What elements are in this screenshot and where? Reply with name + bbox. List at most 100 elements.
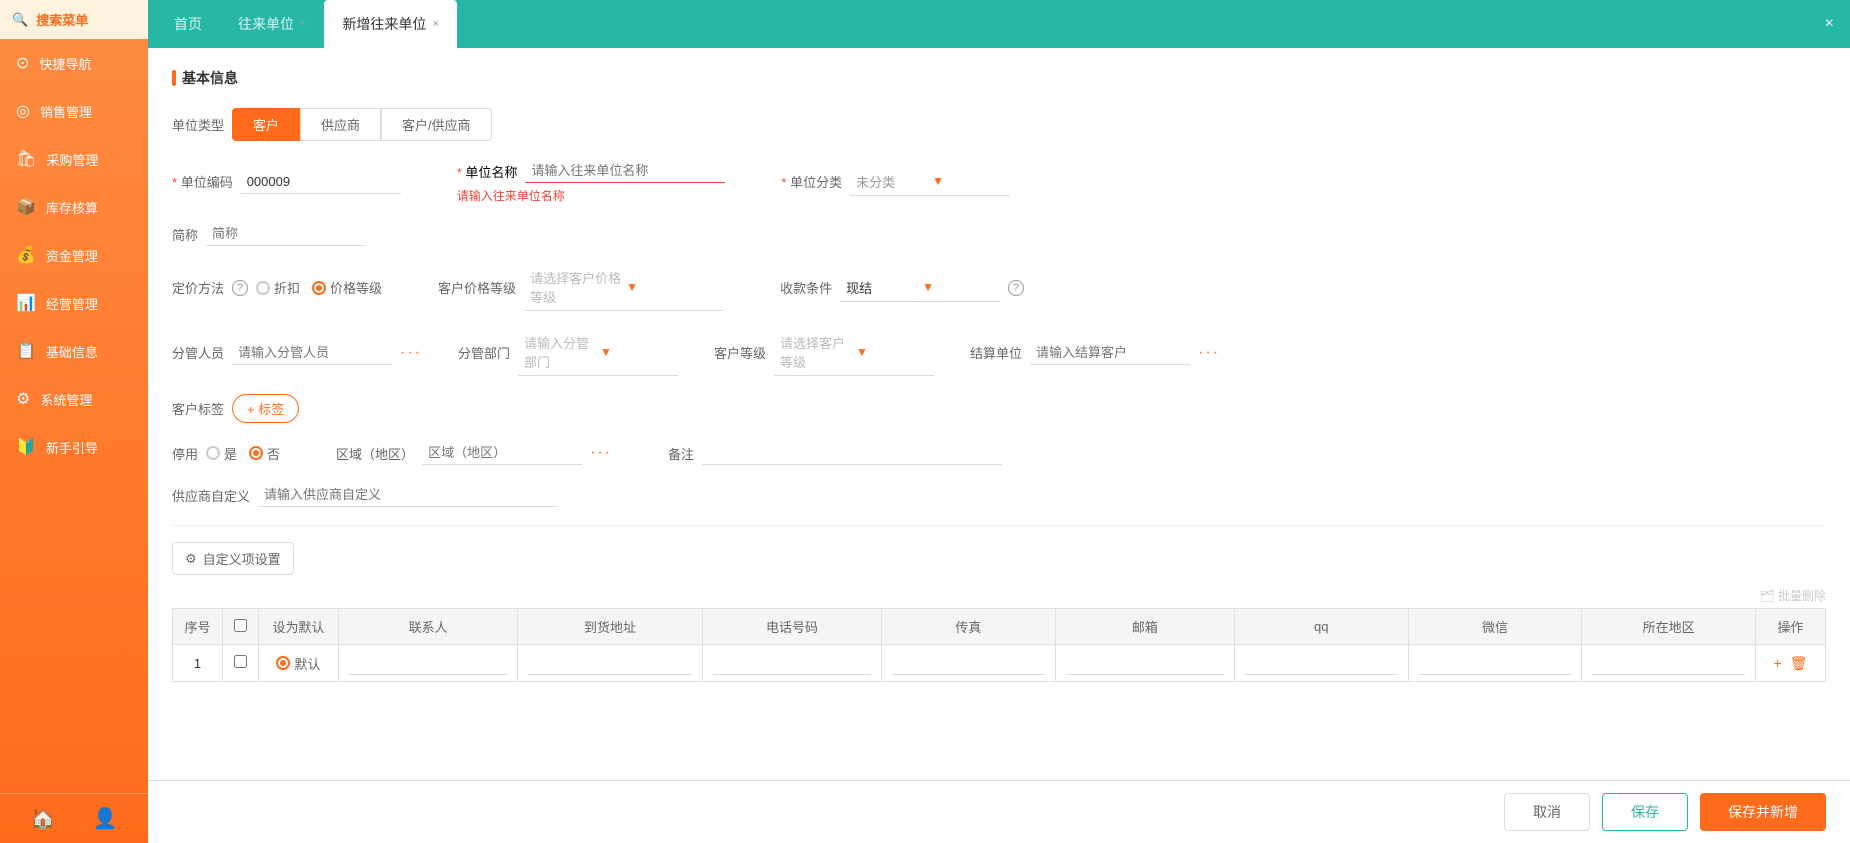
col-checkbox[interactable] bbox=[223, 609, 259, 645]
row-wechat-input[interactable] bbox=[1419, 651, 1572, 675]
row-contact-input[interactable] bbox=[349, 651, 507, 675]
sidebar-item-system[interactable]: ⚙ 系统管理 bbox=[0, 375, 148, 423]
search-menu[interactable]: 🔍 搜索菜单 bbox=[0, 0, 148, 39]
payment-terms-label: 收款条件 bbox=[780, 278, 832, 297]
sidebar-item-quick-nav[interactable]: ⊙ 快捷导航 bbox=[0, 39, 148, 87]
unit-category-label: * 单位分类 bbox=[781, 172, 842, 191]
pricing-level-option[interactable]: 价格等级 bbox=[312, 278, 382, 297]
pricing-help-icon[interactable]: ? bbox=[232, 280, 248, 296]
manager-label: 分管人员 bbox=[172, 343, 224, 362]
save-button[interactable]: 保存 bbox=[1602, 793, 1688, 831]
row-delete-button[interactable]: 🗑 bbox=[1790, 655, 1808, 672]
supplier-custom-input[interactable] bbox=[258, 483, 558, 507]
short-name-input[interactable] bbox=[206, 222, 366, 246]
unit-type-label: 单位类型 bbox=[172, 115, 224, 134]
manager-row: 分管人员 ··· 分管部门 请输入分管部门 ▼ 客户等级 请选择客户等级 ▼ bbox=[172, 329, 1826, 376]
sidebar-item-sales[interactable]: ◎ 销售管理 bbox=[0, 87, 148, 135]
row-email-cell[interactable] bbox=[1055, 645, 1234, 682]
disabled-yes-option[interactable]: 是 bbox=[206, 444, 237, 463]
row-default-cell[interactable]: 默认 bbox=[259, 645, 339, 682]
sidebar-item-inventory[interactable]: 📦 库存核算 bbox=[0, 183, 148, 231]
sidebar-item-label: 采购管理 bbox=[46, 150, 98, 169]
payment-terms-select[interactable]: 现结 ▼ bbox=[840, 274, 1000, 302]
tab-partners-close[interactable]: × bbox=[300, 18, 306, 30]
row-checkbox[interactable] bbox=[234, 655, 247, 668]
unit-name-field: * 单位名称 请输入往来单位名称 bbox=[457, 159, 726, 204]
region-input[interactable] bbox=[422, 441, 582, 465]
manager-input[interactable] bbox=[232, 341, 392, 365]
batch-delete-icon: 🗂 bbox=[1759, 589, 1774, 603]
pricing-level-radio bbox=[312, 281, 326, 295]
sidebar-item-operations[interactable]: 📊 经营管理 bbox=[0, 279, 148, 327]
pricing-level-label: 价格等级 bbox=[330, 278, 382, 297]
settlement-dots[interactable]: ··· bbox=[1198, 344, 1220, 362]
settlement-unit-input[interactable] bbox=[1030, 341, 1190, 365]
add-tag-button[interactable]: + 标签 bbox=[232, 394, 299, 423]
disabled-radio-group: 是 否 bbox=[206, 444, 280, 463]
unit-name-label: * 单位名称 bbox=[457, 162, 518, 181]
sales-icon: ◎ bbox=[16, 101, 30, 121]
row-phone-input[interactable] bbox=[713, 651, 871, 675]
unit-btn-both[interactable]: 客户/供应商 bbox=[381, 108, 492, 141]
sidebar-item-purchase[interactable]: 🛍 采购管理 bbox=[0, 135, 148, 183]
unit-btn-supplier[interactable]: 供应商 bbox=[300, 108, 381, 141]
row-fax-input[interactable] bbox=[892, 651, 1045, 675]
row-address-input[interactable] bbox=[528, 651, 692, 675]
pricing-row: 定价方法 ? 折扣 价格等级 客户价格等级 请选择客户价格等级 bbox=[172, 264, 1826, 311]
tab-home[interactable]: 首页 bbox=[156, 0, 220, 48]
close-all-button[interactable]: × bbox=[1825, 15, 1834, 33]
row-qq-cell[interactable] bbox=[1234, 645, 1408, 682]
unit-code-input[interactable] bbox=[241, 170, 401, 194]
customer-level-field: 客户等级 请选择客户等级 ▼ bbox=[714, 329, 934, 376]
tab-bar: 首页 往来单位 × 新增往来单位 × × bbox=[148, 0, 1850, 48]
customer-level-select[interactable]: 请选择客户等级 ▼ bbox=[774, 329, 934, 376]
row-region-cell[interactable] bbox=[1582, 645, 1756, 682]
unit-btn-customer[interactable]: 客户 bbox=[232, 108, 300, 141]
user-bottom-icon[interactable]: 👤 bbox=[93, 806, 118, 831]
tab-partners[interactable]: 往来单位 × bbox=[220, 0, 324, 48]
row-fax-cell[interactable] bbox=[882, 645, 1056, 682]
save-new-button[interactable]: 保存并新增 bbox=[1700, 793, 1826, 831]
row-qq-input[interactable] bbox=[1245, 651, 1398, 675]
sidebar-bottom: 🏠 👤 bbox=[0, 793, 148, 843]
sidebar-item-basic-info[interactable]: 📋 基础信息 bbox=[0, 327, 148, 375]
newbie-icon: 🔰 bbox=[16, 437, 36, 457]
cancel-button[interactable]: 取消 bbox=[1504, 793, 1590, 831]
disabled-no-label: 否 bbox=[267, 444, 280, 463]
payment-terms-value: 现结 bbox=[846, 278, 918, 297]
department-select[interactable]: 请输入分管部门 ▼ bbox=[518, 329, 678, 376]
customer-level-chevron: ▼ bbox=[856, 345, 928, 359]
tab-new-partner-close[interactable]: × bbox=[432, 18, 438, 30]
tab-new-partner[interactable]: 新增往来单位 × bbox=[324, 0, 456, 48]
select-all-checkbox[interactable] bbox=[234, 619, 247, 632]
pricing-discount-option[interactable]: 折扣 bbox=[256, 278, 300, 297]
tags-row: 客户标签 + 标签 bbox=[172, 394, 1826, 423]
search-menu-label: 搜索菜单 bbox=[36, 10, 88, 29]
row-add-button[interactable]: + bbox=[1774, 655, 1782, 672]
region-dots[interactable]: ··· bbox=[590, 444, 612, 462]
row-wechat-cell[interactable] bbox=[1408, 645, 1582, 682]
unit-name-input[interactable] bbox=[525, 159, 725, 183]
row-address-cell[interactable] bbox=[518, 645, 703, 682]
pricing-radio-group: 折扣 价格等级 bbox=[256, 278, 382, 297]
notes-input[interactable] bbox=[702, 441, 1002, 465]
row-phone-cell[interactable] bbox=[702, 645, 881, 682]
unit-type-field: 单位类型 客户 供应商 客户/供应商 bbox=[172, 108, 492, 141]
custom-settings-button[interactable]: ⚙ 自定义项设置 bbox=[172, 542, 294, 575]
home-bottom-icon[interactable]: 🏠 bbox=[31, 806, 56, 831]
manager-dots[interactable]: ··· bbox=[400, 344, 422, 362]
disabled-no-option[interactable]: 否 bbox=[249, 444, 280, 463]
row-actions-cell: + 🗑 bbox=[1756, 645, 1826, 682]
row-region-input[interactable] bbox=[1592, 651, 1745, 675]
sidebar-item-finance[interactable]: 💰 资金管理 bbox=[0, 231, 148, 279]
row-contact-cell[interactable] bbox=[339, 645, 518, 682]
row-checkbox-cell[interactable] bbox=[223, 645, 259, 682]
sidebar-item-newbie[interactable]: 🔰 新手引导 bbox=[0, 423, 148, 471]
batch-delete-button[interactable]: 🗂 批量删除 bbox=[172, 587, 1826, 604]
payment-help-icon[interactable]: ? bbox=[1008, 280, 1024, 296]
customer-price-level-select[interactable]: 请选择客户价格等级 ▼ bbox=[524, 264, 724, 311]
customer-price-level-label: 客户价格等级 bbox=[438, 278, 516, 297]
pricing-discount-radio bbox=[256, 281, 270, 295]
row-email-input[interactable] bbox=[1066, 651, 1224, 675]
unit-category-select[interactable]: 未分类 ▼ bbox=[850, 168, 1010, 196]
